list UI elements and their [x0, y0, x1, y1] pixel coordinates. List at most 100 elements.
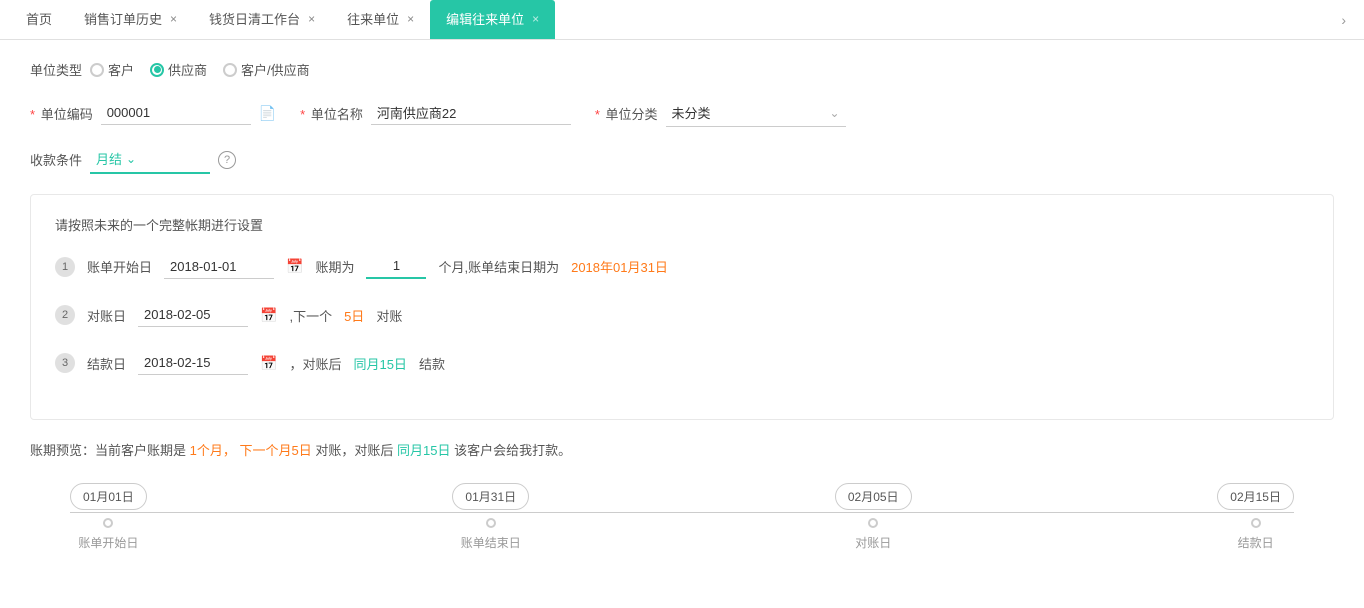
payment-help-icon[interactable]: ?: [218, 151, 236, 169]
timeline-dot-4: [1251, 518, 1261, 528]
unit-name-field: * 单位名称: [300, 101, 571, 125]
row2-suffix-after: 对账: [376, 306, 402, 325]
row-label-3: 结款日: [87, 354, 126, 373]
required-star-name: *: [300, 107, 305, 122]
timeline-nodes: 01月01日 账单开始日 01月31日 账单结束日 02月05日 对账日: [70, 483, 1294, 551]
payment-row: 收款条件 月结 ⌄ ?: [30, 145, 1334, 174]
row3-date-input[interactable]: [138, 351, 248, 375]
timeline-label-2: 账单结束日: [461, 534, 521, 551]
timeline-bubble-4: 02月15日: [1217, 483, 1294, 510]
unit-code-label: * 单位编码: [30, 104, 93, 123]
preview-label: 账期预览：当前客户账期是: [30, 443, 186, 458]
row1-date-input[interactable]: [164, 255, 274, 279]
row3-suffix-before: ，对账后: [289, 354, 341, 373]
unit-category-field: * 单位分类 未分类 ⌄: [595, 99, 846, 127]
tab-partner-unit-label: 往来单位: [347, 9, 399, 28]
tab-partner-unit[interactable]: 往来单位 ×: [331, 0, 430, 39]
unit-code-icon[interactable]: 📄: [259, 105, 276, 122]
tab-cash-work-label: 钱货日清工作台: [209, 9, 300, 28]
unit-type-row: 单位类型 客户 供应商 客户/供应商: [30, 60, 1334, 79]
preview-part4: 同月15日: [397, 443, 450, 458]
unit-name-input[interactable]: [371, 101, 571, 125]
radio-both-circle: [223, 63, 237, 77]
row-num-1: 1: [55, 257, 75, 277]
tab-edit-partner-label: 编辑往来单位: [446, 9, 524, 28]
tab-bar: 首页 销售订单历史 × 钱货日清工作台 × 往来单位 × 编辑往来单位 × ›: [0, 0, 1364, 40]
payment-select-value: 月结: [96, 149, 122, 168]
unit-category-arrow: ⌄: [829, 106, 839, 120]
radio-both[interactable]: 客户/供应商: [223, 60, 310, 79]
row-label-1: 账单开始日: [87, 257, 152, 276]
row1-suffix-after: 个月,账单结束日期为: [438, 257, 559, 276]
unit-code-input[interactable]: [101, 101, 251, 125]
tab-partner-unit-close[interactable]: ×: [407, 12, 414, 26]
tab-edit-partner[interactable]: 编辑往来单位 ×: [430, 0, 555, 39]
unit-type-radio-group: 客户 供应商 客户/供应商: [90, 60, 310, 79]
row2-highlight: 5日: [344, 306, 364, 325]
tab-sales-history-close[interactable]: ×: [170, 12, 177, 26]
tab-home-label: 首页: [26, 9, 52, 28]
row2-calendar-icon[interactable]: 📅: [260, 307, 277, 324]
settings-row-1: 1 账单开始日 📅 账期为 个月,账单结束日期为 2018年01月31日: [55, 254, 1309, 279]
timeline-label-4: 结款日: [1238, 534, 1274, 551]
row2-date-input[interactable]: [138, 303, 248, 327]
tab-sales-history[interactable]: 销售订单历史 ×: [68, 0, 193, 39]
payment-label: 收款条件: [30, 150, 82, 169]
radio-supplier-label: 供应商: [168, 60, 207, 79]
timeline-node-1: 01月01日 账单开始日: [70, 483, 147, 551]
radio-supplier-circle: [150, 63, 164, 77]
row3-suffix-after: 结款: [419, 354, 445, 373]
row1-highlight: 2018年01月31日: [571, 257, 668, 276]
settings-title: 请按照未来的一个完整帐期进行设置: [55, 215, 1309, 234]
timeline-bubble-1: 01月01日: [70, 483, 147, 510]
settings-row-2: 2 对账日 📅 ,下一个 5日 对账: [55, 303, 1309, 327]
row1-period-input[interactable]: [366, 254, 426, 279]
timeline-label-1: 账单开始日: [78, 534, 138, 551]
required-star-code: *: [30, 107, 35, 122]
row2-suffix-before: ,下一个: [289, 306, 332, 325]
tab-cash-work-close[interactable]: ×: [308, 12, 315, 26]
settings-panel: 请按照未来的一个完整帐期进行设置 1 账单开始日 📅 账期为 个月,账单结束日期…: [30, 194, 1334, 420]
radio-customer[interactable]: 客户: [90, 60, 134, 79]
timeline-bubble-2: 01月31日: [452, 483, 529, 510]
main-content: 单位类型 客户 供应商 客户/供应商 * 单位编码 📄: [0, 40, 1364, 608]
radio-customer-circle: [90, 63, 104, 77]
unit-category-label: * 单位分类: [595, 104, 658, 123]
unit-category-value: 未分类: [672, 103, 826, 122]
unit-name-label: * 单位名称: [300, 104, 363, 123]
radio-customer-label: 客户: [108, 60, 134, 79]
row3-calendar-icon[interactable]: 📅: [260, 355, 277, 372]
row1-suffix-before: 账期为: [315, 257, 354, 276]
radio-supplier[interactable]: 供应商: [150, 60, 207, 79]
row-num-2: 2: [55, 305, 75, 325]
tab-home[interactable]: 首页: [10, 0, 68, 39]
unit-category-dropdown[interactable]: 未分类 ⌄: [666, 99, 846, 127]
unit-code-field: * 单位编码 📄: [30, 101, 276, 125]
row3-highlight: 同月15日: [353, 354, 406, 373]
preview-text: 账期预览：当前客户账期是 1个月， 下一个月5日 对账，对账后 同月15日 该客…: [30, 440, 1334, 459]
preview-section: 账期预览：当前客户账期是 1个月， 下一个月5日 对账，对账后 同月15日 该客…: [30, 440, 1334, 571]
timeline-dot-1: [103, 518, 113, 528]
timeline-dot-2: [486, 518, 496, 528]
timeline-node-3: 02月05日 对账日: [835, 483, 912, 551]
radio-both-label: 客户/供应商: [241, 60, 310, 79]
row1-calendar-icon[interactable]: 📅: [286, 258, 303, 275]
tab-edit-partner-close[interactable]: ×: [532, 12, 539, 26]
tab-cash-work[interactable]: 钱货日清工作台 ×: [193, 0, 331, 39]
timeline-node-2: 01月31日 账单结束日: [452, 483, 529, 551]
unit-type-label: 单位类型: [30, 60, 82, 79]
tab-sales-history-label: 销售订单历史: [84, 9, 162, 28]
payment-select[interactable]: 月结 ⌄: [90, 145, 210, 174]
row-label-2: 对账日: [87, 306, 126, 325]
preview-part2: 下一个月5日: [240, 443, 312, 458]
timeline-node-4: 02月15日 结款日: [1217, 483, 1294, 551]
preview-part5: 该客户会给我打款。: [454, 443, 571, 458]
row-num-3: 3: [55, 353, 75, 373]
required-star-cat: *: [595, 107, 600, 122]
timeline-bubble-3: 02月05日: [835, 483, 912, 510]
timeline-label-3: 对账日: [855, 534, 891, 551]
settings-row-3: 3 结款日 📅 ，对账后 同月15日 结款: [55, 351, 1309, 375]
tab-arrow[interactable]: ›: [1333, 0, 1354, 39]
preview-part3: 对账，对账后: [315, 443, 393, 458]
preview-part1: 1个月，: [190, 443, 236, 458]
